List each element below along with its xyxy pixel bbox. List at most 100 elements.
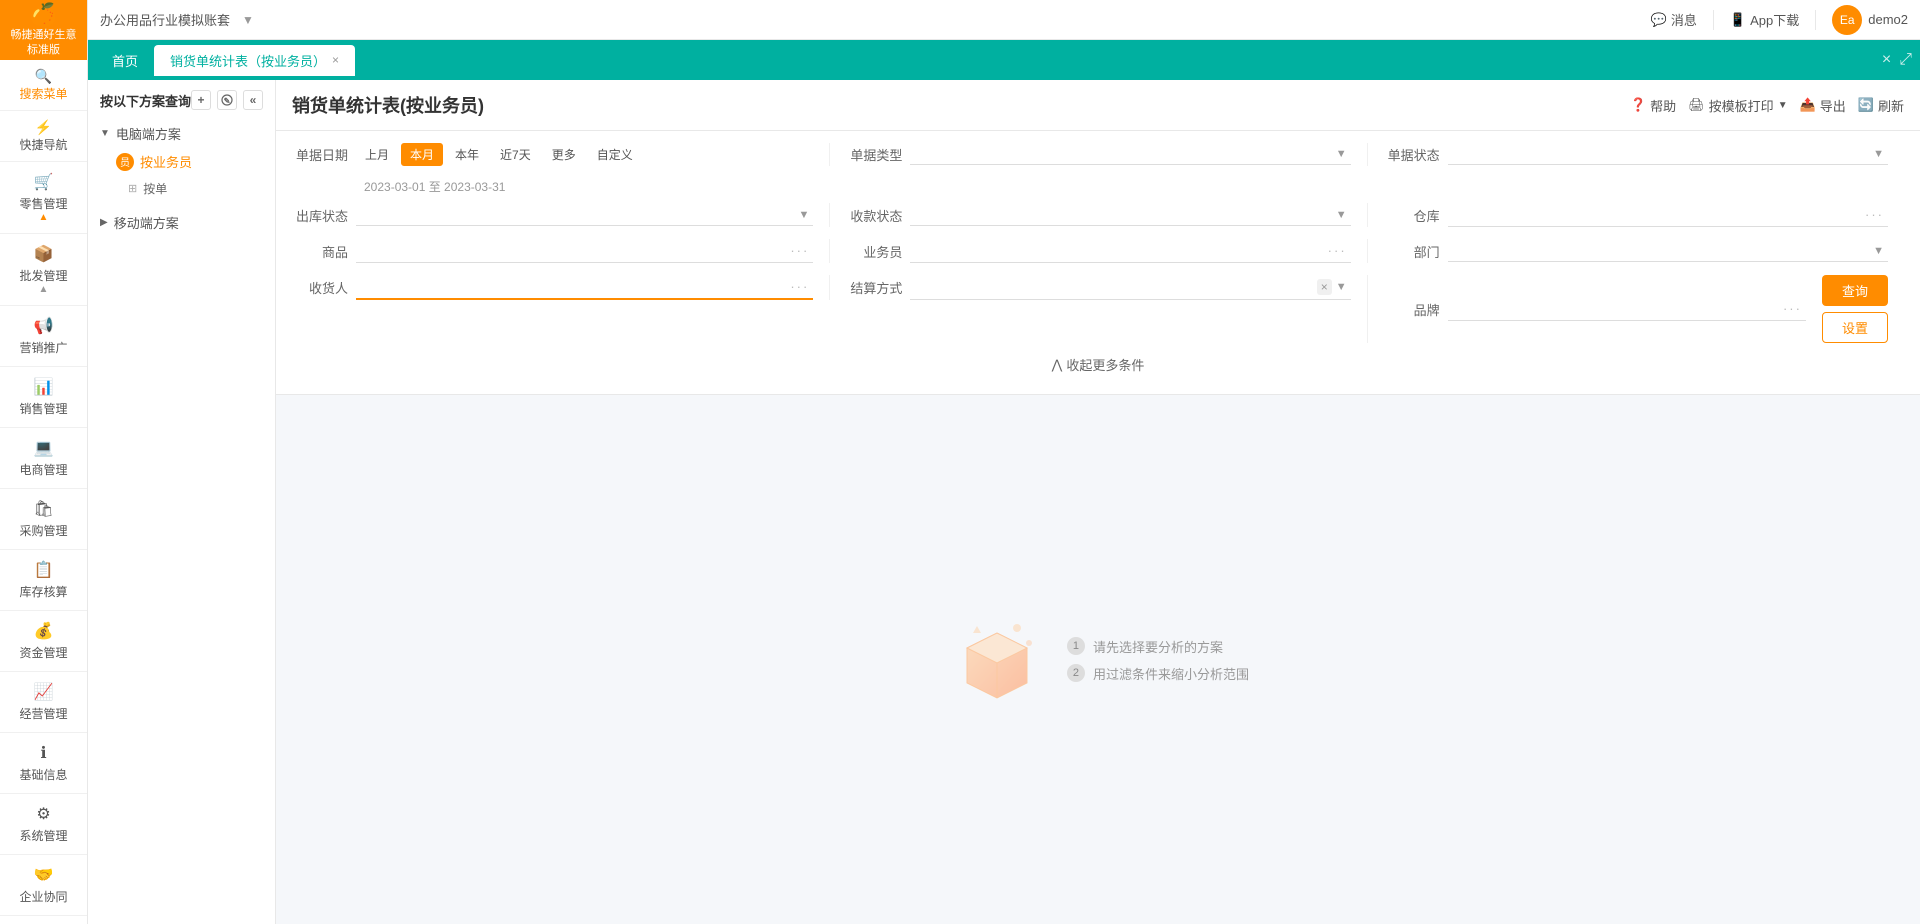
sidebar-item-retail[interactable]: 🛒 零售管理 ▲ xyxy=(0,162,87,234)
mobile-scheme-group: ▶ 移动端方案 xyxy=(88,205,275,240)
add-scheme-button[interactable]: + xyxy=(191,90,211,110)
system-icon: ⚙ xyxy=(36,804,50,824)
export-button[interactable]: 📤 导出 xyxy=(1800,96,1846,115)
avatar: Ea xyxy=(1832,5,1862,35)
filter-row-1: 单据日期 上月 本月 本年 近7天 更多 自定义 单据类型 xyxy=(292,143,1904,166)
tab-home[interactable]: 首页 xyxy=(96,45,154,76)
scheme-by-salesperson[interactable]: 员 按业务员 xyxy=(88,147,275,176)
empty-tip-2: 2 用过滤条件来缩小分析范围 xyxy=(1067,664,1249,683)
refresh-button[interactable]: 🔄 刷新 xyxy=(1858,96,1904,115)
print-button[interactable]: 🖨 按模板打印 ▼ xyxy=(1688,96,1787,115)
operations-icon: 📈 xyxy=(34,682,54,702)
sidebar-item-inventory[interactable]: 📋 库存核算 xyxy=(0,550,87,611)
main-area: 办公用品行业模拟账套 ▼ 💬 消息 📱 App下载 Ea demo2 首页 xyxy=(88,0,1920,924)
date-this-year-btn[interactable]: 本年 xyxy=(446,143,488,166)
filter-cell-doctype: 单据类型 ▼ xyxy=(829,143,1366,166)
query-button[interactable]: 查询 xyxy=(1822,275,1888,306)
payment-clear-icon[interactable]: × xyxy=(1321,280,1328,294)
collapse-panel-button[interactable]: « xyxy=(243,90,263,110)
computer-scheme-header[interactable]: ▼ 电脑端方案 xyxy=(88,120,275,147)
left-panel-header: 按以下方案查询 + ✎ « xyxy=(88,80,275,116)
date-custom-btn[interactable]: 自定义 xyxy=(588,143,642,166)
consignee-input[interactable]: ··· xyxy=(356,275,813,300)
empty-content: 1 请先选择要分析的方案 2 用过滤条件来缩小分析范围 xyxy=(947,608,1249,711)
wholesale-icon: 📦 xyxy=(34,244,54,264)
edit-scheme-button[interactable]: ✎ xyxy=(217,90,237,110)
warehouse-input[interactable]: ··· xyxy=(1448,203,1888,227)
warehouse-label: 仓库 xyxy=(1384,206,1440,225)
outstatus-dropdown[interactable]: ▼ xyxy=(356,205,813,226)
sidebar-item-marketing[interactable]: 📢 营销推广 xyxy=(0,306,87,367)
filter-cell-warehouse: 仓库 ··· xyxy=(1367,203,1904,227)
collapse-row: ⋀ 收起更多条件 xyxy=(292,343,1904,382)
sidebar-item-operations[interactable]: 📈 经营管理 xyxy=(0,672,87,733)
date-more-btn[interactable]: 更多 xyxy=(543,143,585,166)
print-icon: 🖨 xyxy=(1688,97,1705,113)
settings-button[interactable]: 设置 xyxy=(1822,312,1888,343)
query-btn-group: 查询 设置 xyxy=(1814,275,1888,343)
divider2 xyxy=(1815,10,1816,30)
receiptstatus-dropdown[interactable]: ▼ xyxy=(910,205,1350,226)
filter-row-4: 收货人 ··· 结算方式 × xyxy=(292,275,1904,343)
sidebar-item-basics[interactable]: ℹ 基础信息 xyxy=(0,733,87,794)
filter-cell-goods: 商品 ··· xyxy=(292,239,829,263)
empty-tip-1: 1 请先选择要分析的方案 xyxy=(1067,637,1249,656)
payment-dropdown[interactable]: × ▼ xyxy=(910,275,1350,300)
tab-sales-stats[interactable]: 销货单统计表（按业务员） × xyxy=(154,45,355,76)
tip-num-2: 2 xyxy=(1067,664,1085,682)
window-max-button[interactable]: ⤢ xyxy=(1899,51,1912,69)
page-header: 销货单统计表(按业务员) ❓ 帮助 🖨 按模板打印 ▼ 📤 xyxy=(276,80,1920,131)
filter-cell-receiptstatus: 收款状态 ▼ xyxy=(829,203,1366,227)
retail-icon: 🛒 xyxy=(34,172,54,192)
sidebar-item-search[interactable]: 🔍 搜索菜单 xyxy=(0,60,87,111)
outstatus-label: 出库状态 xyxy=(292,206,348,225)
date-last-month-btn[interactable]: 上月 xyxy=(356,143,398,166)
top-header-right: 💬 消息 📱 App下载 Ea demo2 xyxy=(1651,5,1908,35)
mobile-scheme-header[interactable]: ▶ 移动端方案 xyxy=(88,209,275,236)
date-range-row: 2023-03-01 至 2023-03-31 xyxy=(292,178,1904,195)
message-button[interactable]: 💬 消息 xyxy=(1651,10,1697,29)
brand-input[interactable]: ··· xyxy=(1448,297,1806,321)
sidebar-item-system[interactable]: ⚙ 系统管理 xyxy=(0,794,87,855)
empty-state: 1 请先选择要分析的方案 2 用过滤条件来缩小分析范围 xyxy=(276,395,1920,924)
svg-text:✎: ✎ xyxy=(224,97,231,106)
docstatus-dropdown[interactable]: ▼ xyxy=(1448,144,1888,165)
download-icon: 📱 xyxy=(1730,12,1746,28)
sidebar-item-newbie[interactable]: 🎯 新手引导 xyxy=(0,916,87,924)
refresh-icon: 🔄 xyxy=(1858,97,1874,113)
sidebar-item-purchase[interactable]: 🛍 采购管理 xyxy=(0,489,87,550)
scheme-sub-by-order[interactable]: ⊞ 按单 xyxy=(88,176,275,201)
filter-cell-brand: 品牌 ··· 查询 设置 xyxy=(1367,275,1904,343)
tab-close-button[interactable]: × xyxy=(332,53,339,67)
doctype-dropdown[interactable]: ▼ xyxy=(910,144,1350,165)
dropdown-arrow-icon[interactable]: ▼ xyxy=(242,13,254,27)
salesperson-input[interactable]: ··· xyxy=(910,239,1350,263)
page-title: 销货单统计表(按业务员) xyxy=(292,92,484,118)
help-button[interactable]: ❓ 帮助 xyxy=(1630,96,1676,115)
top-header: 办公用品行业模拟账套 ▼ 💬 消息 📱 App下载 Ea demo2 xyxy=(88,0,1920,40)
sidebar-item-wholesale[interactable]: 📦 批发管理 ▲ xyxy=(0,234,87,306)
brand-label: 品牌 xyxy=(1384,300,1440,319)
collapse-button[interactable]: ⋀ 收起更多条件 xyxy=(1044,347,1153,382)
message-icon: 💬 xyxy=(1651,12,1667,28)
sidebar-item-shortcut[interactable]: ⚡ 快捷导航 xyxy=(0,111,87,162)
payment-clear-tag[interactable]: × xyxy=(1317,279,1332,295)
goods-input[interactable]: ··· xyxy=(356,239,813,263)
date-this-month-btn[interactable]: 本月 xyxy=(401,143,443,166)
window-close-button[interactable]: × xyxy=(1882,51,1891,69)
sidebar-item-ecommerce[interactable]: 💻 电商管理 xyxy=(0,428,87,489)
dept-dropdown[interactable]: ▼ xyxy=(1448,241,1888,262)
sidebar-item-finance[interactable]: 💰 资金管理 xyxy=(0,611,87,672)
sidebar-item-collab[interactable]: 🤝 企业协同 xyxy=(0,855,87,916)
user-avatar-button[interactable]: Ea demo2 xyxy=(1832,5,1908,35)
sidebar: 🍊 畅捷通好生意 标准版 🔍 搜索菜单 ⚡ 快捷导航 🛒 零售管理 ▲ 📦 批发… xyxy=(0,0,88,924)
payment-dropdown-arrow: ▼ xyxy=(1336,281,1347,293)
filter-row-2: 出库状态 ▼ 收款状态 ▼ xyxy=(292,203,1904,227)
app-download-button[interactable]: 📱 App下载 xyxy=(1730,10,1799,29)
date-last7-btn[interactable]: 近7天 xyxy=(491,143,540,166)
content-area: 按以下方案查询 + ✎ « ▼ 电脑端方案 员 按业务员 xyxy=(88,80,1920,924)
salesperson-label: 业务员 xyxy=(846,242,902,261)
app-logo[interactable]: 🍊 畅捷通好生意 标准版 xyxy=(0,0,87,60)
computer-scheme-group: ▼ 电脑端方案 员 按业务员 ⊞ 按单 xyxy=(88,116,275,205)
sidebar-item-sales[interactable]: 📊 销售管理 xyxy=(0,367,87,428)
